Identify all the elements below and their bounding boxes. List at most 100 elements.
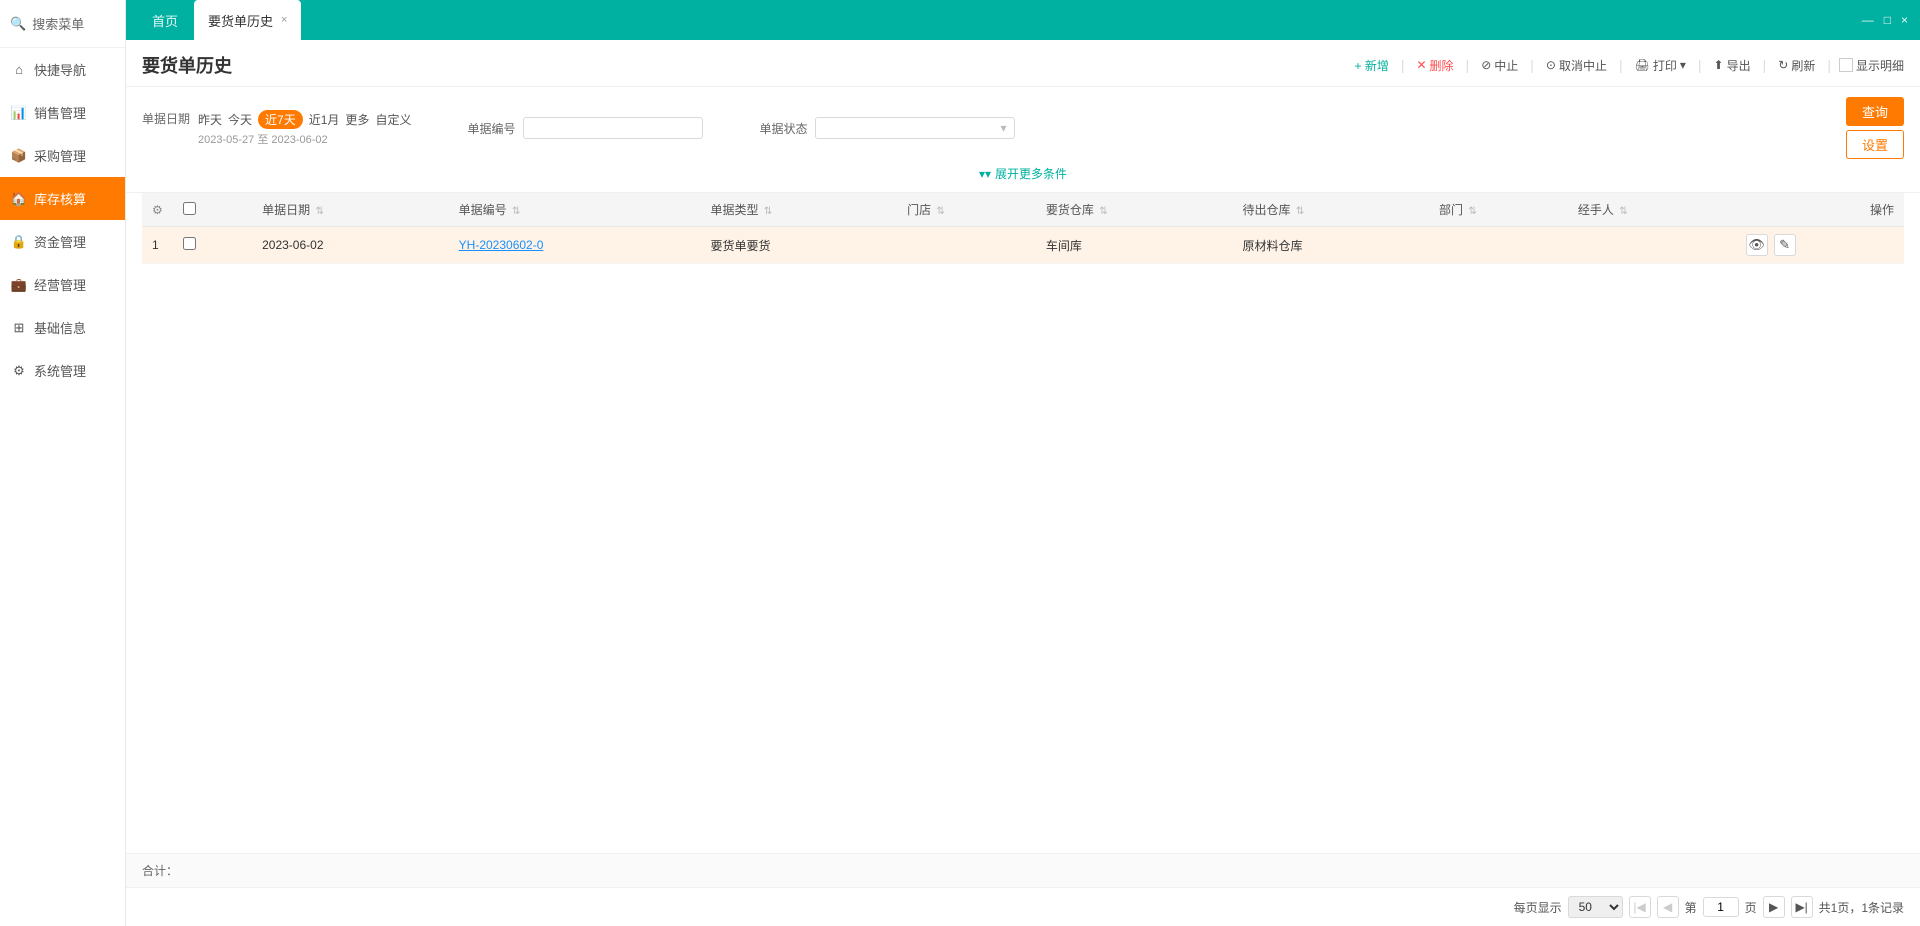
- summary-label: 合计：: [142, 864, 178, 878]
- content-area: 要货单历史 + 新增 | ✕ 删除 | ⊘ 中止 | ⊙ 取消中止 |: [126, 40, 1920, 926]
- sidebar-item-label: 资金管理: [34, 232, 86, 251]
- cell-department: [1429, 227, 1568, 264]
- status-label: 单据状态: [759, 120, 807, 137]
- date-range-display: 2023-05-27 至 2023-06-02: [198, 131, 411, 147]
- sidebar-item-purchase[interactable]: 📦 采购管理: [0, 134, 125, 177]
- delete-button[interactable]: ✕ 删除: [1412, 55, 1457, 76]
- lock-icon: 🔒: [10, 233, 28, 251]
- select-all-checkbox[interactable]: [183, 202, 196, 215]
- display-detail-checkbox[interactable]: [1839, 58, 1853, 72]
- col-date: 单据日期 ⇅: [252, 193, 449, 227]
- date-filter-group: 单据日期 昨天 今天 近7天 近1月 更多 自定义 2023-05-27 至 2…: [142, 110, 411, 147]
- sidebar: 🔍 搜索菜单 ⌂ 快捷导航 📊 销售管理 📦 采购管理 🏠 库存核算 🔒 资金管…: [0, 0, 126, 926]
- main-area: 首页 要货单历史 × — □ × 要货单历史 + 新增 | ✕ 删除 |: [126, 0, 1920, 926]
- table-settings-col[interactable]: ⚙: [142, 193, 173, 227]
- pagination: 每页显示 50 100 200 |◀ ◀ 第 页 ▶ ▶| 共1页，1条记录: [126, 887, 1920, 926]
- bill-no-label: 单据编号: [467, 120, 515, 137]
- date-opt-last1month[interactable]: 近1月: [309, 111, 340, 128]
- tab-close-icon[interactable]: ×: [281, 14, 287, 26]
- per-page-select[interactable]: 50 100 200: [1568, 896, 1623, 918]
- sort-icon-dept[interactable]: ⇅: [1468, 206, 1476, 217]
- page-label-before: 第: [1685, 899, 1697, 916]
- tab-order-history[interactable]: 要货单历史 ×: [194, 0, 301, 40]
- cell-bill-no: YH-20230602-0: [449, 227, 701, 264]
- sidebar-search[interactable]: 🔍 搜索菜单: [0, 0, 125, 48]
- maximize-btn[interactable]: □: [1884, 13, 1891, 27]
- stop-button[interactable]: ⊘ 中止: [1477, 55, 1522, 76]
- export-button[interactable]: ⬆ 导出: [1710, 55, 1755, 76]
- cell-handler: [1568, 227, 1736, 264]
- sidebar-search-label: 搜索菜单: [32, 14, 84, 33]
- minimize-btn[interactable]: —: [1862, 13, 1874, 27]
- sort-icon-req-wh[interactable]: ⇅: [1099, 206, 1107, 217]
- expand-more-btn[interactable]: ▾▾ 展开更多条件: [142, 165, 1904, 182]
- status-dropdown-icon: ▾: [1000, 121, 1006, 135]
- stop-icon: ⊘: [1481, 58, 1491, 72]
- sort-icon-bill-type[interactable]: ⇅: [764, 206, 772, 217]
- bill-no-input[interactable]: [523, 117, 703, 139]
- col-bill-type: 单据类型 ⇅: [701, 193, 898, 227]
- tab-home[interactable]: 首页: [138, 0, 192, 40]
- date-opt-custom[interactable]: 自定义: [375, 111, 411, 128]
- settings-button[interactable]: 设置: [1846, 130, 1904, 159]
- cell-bill-type: 要货单要货: [701, 227, 898, 264]
- page-number-input[interactable]: [1703, 897, 1739, 917]
- cell-index: 1: [142, 227, 173, 264]
- next-page-btn[interactable]: ▶: [1763, 896, 1785, 918]
- col-actions: 操作: [1736, 193, 1904, 227]
- print-button[interactable]: 🖨 打印 ▾: [1631, 55, 1690, 76]
- date-opt-today[interactable]: 今天: [228, 111, 252, 128]
- new-button[interactable]: + 新增: [1350, 55, 1392, 76]
- tab-home-label: 首页: [152, 11, 178, 30]
- total-info: 共1页，1条记录: [1819, 899, 1904, 916]
- expand-more-label: 展开更多条件: [995, 165, 1067, 182]
- query-button[interactable]: 查询: [1846, 97, 1904, 126]
- date-opt-yesterday[interactable]: 昨天: [198, 111, 222, 128]
- date-opt-more[interactable]: 更多: [345, 111, 369, 128]
- col-department: 部门 ⇅: [1429, 193, 1568, 227]
- chart-icon: 📊: [10, 104, 28, 122]
- bill-no-link[interactable]: YH-20230602-0: [459, 238, 544, 252]
- bill-no-filter-group: 单据编号: [467, 117, 703, 139]
- sidebar-item-label: 采购管理: [34, 146, 86, 165]
- cell-actions: 👁 ✎: [1736, 227, 1904, 264]
- table-row: 1 2023-06-02 YH-20230602-0 要货单要货 车间库 原材料…: [142, 227, 1904, 264]
- sidebar-item-basic-info[interactable]: ⊞ 基础信息: [0, 306, 125, 349]
- prev-page-btn[interactable]: ◀: [1657, 896, 1679, 918]
- sort-icon-bill-no[interactable]: ⇅: [512, 206, 520, 217]
- sidebar-item-finance[interactable]: 🔒 资金管理: [0, 220, 125, 263]
- print-icon: 🖨: [1635, 58, 1650, 72]
- box-icon: 📦: [10, 147, 28, 165]
- refresh-button[interactable]: ↻ 刷新: [1774, 55, 1819, 76]
- first-page-btn[interactable]: |◀: [1629, 896, 1651, 918]
- cell-pending-warehouse: 原材料仓库: [1232, 227, 1429, 264]
- sort-icon-store[interactable]: ⇅: [936, 206, 944, 217]
- col-store: 门店 ⇅: [897, 193, 1036, 227]
- row-edit-btn[interactable]: ✎: [1774, 234, 1796, 256]
- export-icon: ⬆: [1714, 58, 1724, 72]
- status-select[interactable]: ▾: [815, 117, 1015, 139]
- window-controls: — □ ×: [1862, 13, 1908, 27]
- sidebar-item-operations[interactable]: 💼 经营管理: [0, 263, 125, 306]
- sidebar-item-quick-nav[interactable]: ⌂ 快捷导航: [0, 48, 125, 91]
- date-opt-last7[interactable]: 近7天: [258, 110, 303, 129]
- cancel-stop-button[interactable]: ⊙ 取消中止: [1542, 55, 1611, 76]
- sort-icon-date[interactable]: ⇅: [315, 206, 323, 217]
- col-request-warehouse: 要货仓库 ⇅: [1036, 193, 1233, 227]
- table-footer: 合计：: [126, 853, 1920, 887]
- close-btn[interactable]: ×: [1901, 13, 1908, 27]
- sidebar-item-label: 销售管理: [34, 103, 86, 122]
- sidebar-item-label: 库存核算: [34, 189, 86, 208]
- sort-icon-pend-wh[interactable]: ⇅: [1296, 206, 1304, 217]
- sidebar-item-inventory[interactable]: 🏠 库存核算: [0, 177, 125, 220]
- row-checkbox[interactable]: [183, 237, 196, 250]
- last-page-btn[interactable]: ▶|: [1791, 896, 1813, 918]
- sidebar-item-sales[interactable]: 📊 销售管理: [0, 91, 125, 134]
- sort-icon-handler[interactable]: ⇅: [1619, 206, 1627, 217]
- display-detail-toggle[interactable]: 显示明细: [1839, 57, 1904, 74]
- home-icon: ⌂: [10, 61, 28, 79]
- row-view-btn[interactable]: 👁: [1746, 234, 1768, 256]
- sidebar-item-system[interactable]: ⚙ 系统管理: [0, 349, 125, 392]
- cell-checkbox: [173, 227, 252, 264]
- grid-icon: ⊞: [10, 319, 28, 337]
